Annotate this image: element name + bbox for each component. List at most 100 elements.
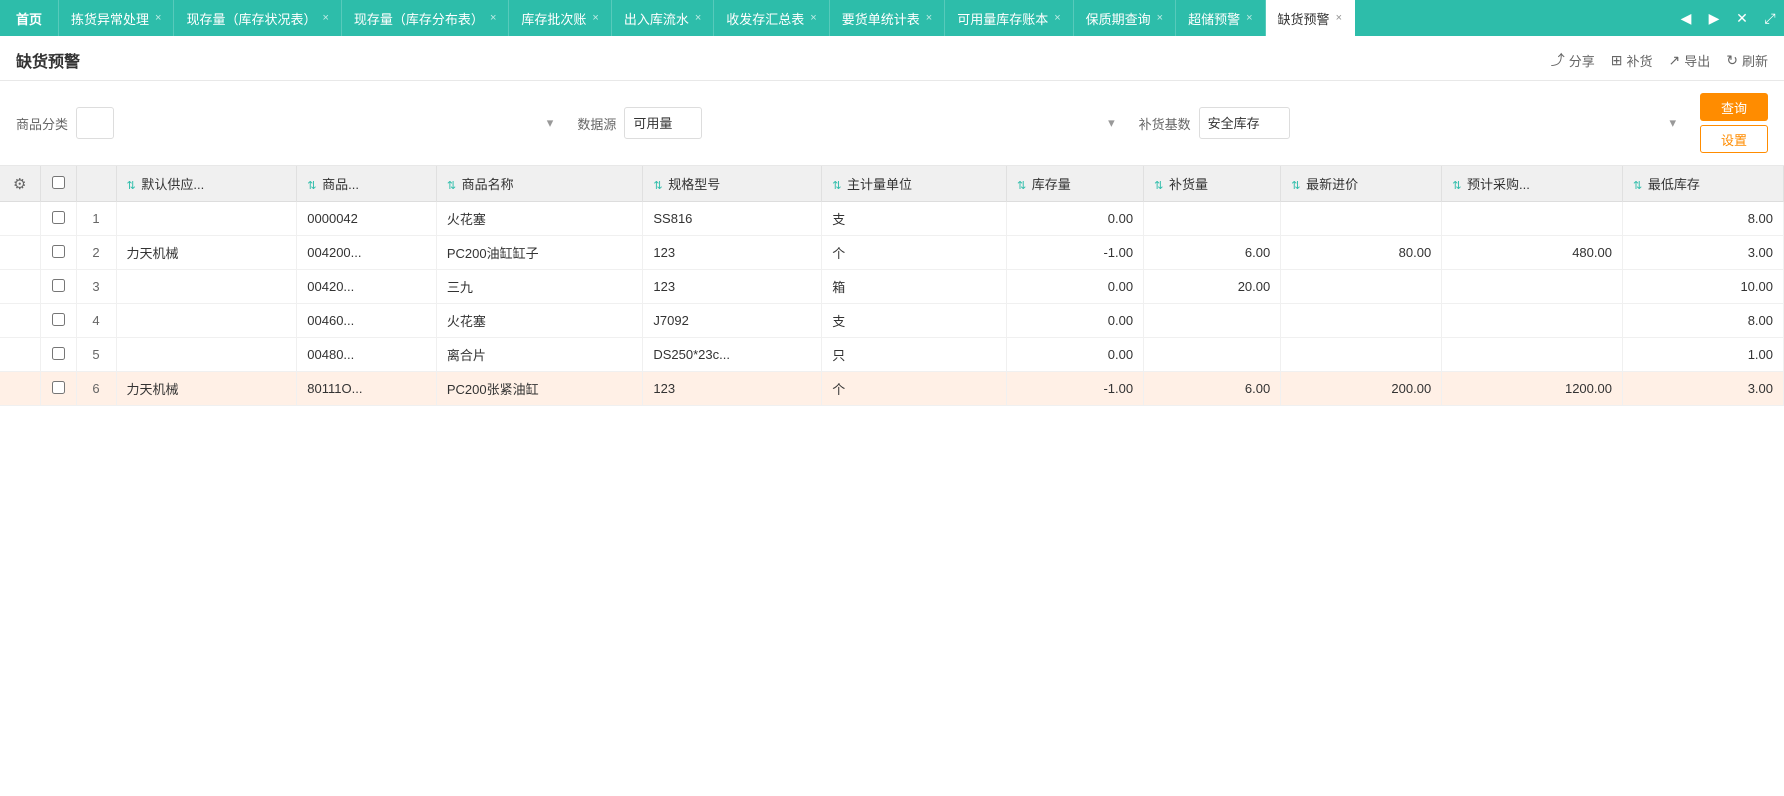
datasource-filter-label: 数据源 bbox=[577, 114, 616, 133]
cell-checkbox-3 bbox=[40, 304, 76, 338]
cell-spec-1: 123 bbox=[643, 236, 822, 270]
row-checkbox-1[interactable] bbox=[52, 245, 65, 258]
close-tab-expiry-query[interactable]: × bbox=[1157, 12, 1163, 24]
th-replenish-qty[interactable]: ⇅ 补货量 bbox=[1144, 166, 1281, 202]
tab-next-button[interactable]: ▶ bbox=[1700, 0, 1728, 36]
tab-inout-flow[interactable]: 出入库流水 × bbox=[612, 0, 714, 36]
sort-icon-spec: ⇅ bbox=[653, 180, 662, 192]
cell-rownum-3: 4 bbox=[76, 304, 116, 338]
th-unit[interactable]: ⇅ 主计量单位 bbox=[822, 166, 1007, 202]
share-icon: ⤴ bbox=[1551, 50, 1565, 70]
cell-price-4 bbox=[1281, 338, 1442, 372]
datasource-select-wrapper: 可用量 bbox=[624, 107, 1122, 139]
close-tab-inout-flow[interactable]: × bbox=[695, 12, 701, 24]
query-button[interactable]: 查询 bbox=[1700, 93, 1768, 121]
category-select[interactable] bbox=[76, 107, 114, 139]
share-action[interactable]: ⤴ 分享 bbox=[1551, 50, 1595, 70]
tab-shortage[interactable]: 缺货预警 × bbox=[1266, 0, 1355, 36]
tab-prev-button[interactable]: ◀ bbox=[1672, 0, 1700, 36]
th-product-code[interactable]: ⇅ 商品... bbox=[297, 166, 437, 202]
cell-code-4: 00480... bbox=[297, 338, 437, 372]
export-action[interactable]: ↗ 导出 bbox=[1669, 51, 1711, 70]
th-spec[interactable]: ⇅ 规格型号 bbox=[643, 166, 822, 202]
cell-estimated-0 bbox=[1442, 202, 1623, 236]
replenish-action[interactable]: ⊞ 补货 bbox=[1611, 51, 1653, 70]
table-body: 1 0000042 火花塞 SS816 支 0.00 8.00 2 力天机械 0… bbox=[0, 202, 1784, 406]
cell-minstock-5: 3.00 bbox=[1622, 372, 1783, 406]
select-all-checkbox[interactable] bbox=[52, 176, 65, 189]
close-tab-collect-summary[interactable]: × bbox=[810, 12, 816, 24]
settings-button[interactable]: 设置 bbox=[1700, 125, 1768, 153]
cell-name-3: 火花塞 bbox=[436, 304, 643, 338]
cell-name-2: 三九 bbox=[436, 270, 643, 304]
th-checkbox bbox=[40, 166, 76, 202]
replenish-filter-label: 补货基数 bbox=[1139, 114, 1191, 133]
tab-expiry-query[interactable]: 保质期查询 × bbox=[1074, 0, 1176, 36]
tab-collect-summary[interactable]: 收发存汇总表 × bbox=[714, 0, 829, 36]
close-tab-inventory-status[interactable]: × bbox=[322, 12, 328, 24]
th-min-stock[interactable]: ⇅ 最低库存 bbox=[1622, 166, 1783, 202]
cell-settings-5 bbox=[0, 372, 40, 406]
datasource-select[interactable]: 可用量 bbox=[624, 107, 702, 139]
close-tab-order-stats[interactable]: × bbox=[926, 12, 932, 24]
tab-batch-ledger[interactable]: 库存批次账 × bbox=[509, 0, 611, 36]
sort-icon-min-stock: ⇅ bbox=[1633, 180, 1642, 192]
tab-overstock[interactable]: 超储预警 × bbox=[1176, 0, 1265, 36]
cell-estimated-5: 1200.00 bbox=[1442, 372, 1623, 406]
sort-icon-supplier: ⇅ bbox=[127, 180, 136, 192]
close-tab-inventory-dist[interactable]: × bbox=[490, 12, 496, 24]
row-checkbox-2[interactable] bbox=[52, 279, 65, 292]
close-tab-overstock[interactable]: × bbox=[1246, 12, 1252, 24]
close-tab-available-ledger[interactable]: × bbox=[1054, 12, 1060, 24]
main-content: 缺货预警 ⤴ 分享 ⊞ 补货 ↗ 导出 ↻ 刷新 商品分类 bbox=[0, 36, 1784, 796]
cell-replenish-5: 6.00 bbox=[1144, 372, 1281, 406]
category-select-wrapper bbox=[76, 107, 561, 139]
tab-abnormal[interactable]: 拣货异常处理 × bbox=[59, 0, 174, 36]
tab-available-ledger[interactable]: 可用量库存账本 × bbox=[945, 0, 1073, 36]
th-estimated-purchase[interactable]: ⇅ 预计采购... bbox=[1442, 166, 1623, 202]
sort-icon-price: ⇅ bbox=[1291, 180, 1300, 192]
filter-area: 商品分类 数据源 可用量 补货基数 安全库存 查询 bbox=[0, 81, 1784, 166]
refresh-action[interactable]: ↻ 刷新 bbox=[1726, 51, 1768, 70]
sort-icon-replenish: ⇅ bbox=[1154, 180, 1163, 192]
row-checkbox-5[interactable] bbox=[52, 381, 65, 394]
cell-replenish-2: 20.00 bbox=[1144, 270, 1281, 304]
table-row: 3 00420... 三九 123 箱 0.00 20.00 10.00 bbox=[0, 270, 1784, 304]
th-stock-qty[interactable]: ⇅ 库存量 bbox=[1006, 166, 1143, 202]
tab-bar: 首页 拣货异常处理 × 现存量（库存状况表） × 现存量（库存分布表） × 库存… bbox=[0, 0, 1784, 36]
cell-replenish-4 bbox=[1144, 338, 1281, 372]
cell-replenish-1: 6.00 bbox=[1144, 236, 1281, 270]
cell-settings-0 bbox=[0, 202, 40, 236]
cell-stock-3: 0.00 bbox=[1006, 304, 1143, 338]
th-product-name[interactable]: ⇅ 商品名称 bbox=[436, 166, 643, 202]
tab-inventory-dist[interactable]: 现存量（库存分布表） × bbox=[342, 0, 509, 36]
cell-name-0: 火花塞 bbox=[436, 202, 643, 236]
row-checkbox-3[interactable] bbox=[52, 313, 65, 326]
cell-rownum-1: 2 bbox=[76, 236, 116, 270]
tab-home[interactable]: 首页 bbox=[0, 0, 59, 36]
tab-order-stats[interactable]: 要货单统计表 × bbox=[830, 0, 945, 36]
th-latest-price[interactable]: ⇅ 最新进价 bbox=[1281, 166, 1442, 202]
th-settings[interactable]: ⚙ bbox=[0, 166, 40, 202]
cell-rownum-0: 1 bbox=[76, 202, 116, 236]
close-tab-abnormal[interactable]: × bbox=[155, 12, 161, 24]
cell-settings-3 bbox=[0, 304, 40, 338]
th-default-supplier[interactable]: ⇅ 默认供应... bbox=[116, 166, 297, 202]
row-checkbox-4[interactable] bbox=[52, 347, 65, 360]
sort-icon-unit: ⇅ bbox=[832, 180, 841, 192]
row-checkbox-0[interactable] bbox=[52, 211, 65, 224]
filter-actions: 查询 设置 bbox=[1700, 93, 1768, 153]
cell-supplier-3 bbox=[116, 304, 297, 338]
tab-close-all-button[interactable]: ✕ bbox=[1728, 0, 1756, 36]
tab-inventory-status[interactable]: 现存量（库存状况表） × bbox=[174, 0, 341, 36]
cell-code-1: 004200... bbox=[297, 236, 437, 270]
table-row: 5 00480... 离合片 DS250*23c... 只 0.00 1.00 bbox=[0, 338, 1784, 372]
close-tab-shortage[interactable]: × bbox=[1336, 12, 1342, 24]
replenish-select[interactable]: 安全库存 bbox=[1199, 107, 1290, 139]
tab-expand-button[interactable]: ⤢ bbox=[1756, 0, 1784, 36]
settings-icon[interactable]: ⚙ bbox=[13, 176, 26, 193]
close-tab-batch-ledger[interactable]: × bbox=[592, 12, 598, 24]
cell-unit-5: 个 bbox=[822, 372, 1007, 406]
table-row: 4 00460... 火花塞 J7092 支 0.00 8.00 bbox=[0, 304, 1784, 338]
datasource-filter-group: 数据源 可用量 bbox=[577, 107, 1122, 139]
